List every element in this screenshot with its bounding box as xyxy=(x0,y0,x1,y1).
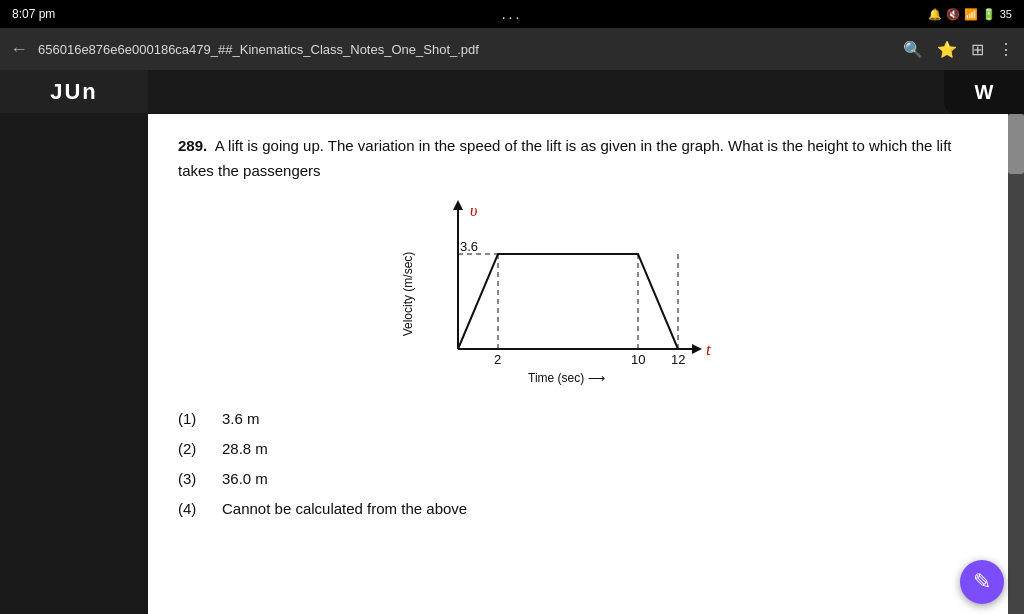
three-dots: ... xyxy=(502,6,523,22)
svg-text:12: 12 xyxy=(671,352,685,367)
option-3-num: (3) xyxy=(178,464,206,494)
svg-text:υ: υ xyxy=(470,202,477,219)
logo: W xyxy=(944,70,1024,114)
search-icon[interactable]: 🔍 xyxy=(903,40,923,59)
alarm-icon: 🔔 xyxy=(928,8,942,21)
option-4: (4) Cannot be calculated from the above xyxy=(178,494,978,524)
svg-text:t: t xyxy=(706,340,712,359)
back-button[interactable]: ← xyxy=(10,39,28,60)
svg-text:Time (sec) ⟶: Time (sec) ⟶ xyxy=(528,371,605,385)
option-2-num: (2) xyxy=(178,434,206,464)
question-block: 289. A lift is going up. The variation i… xyxy=(178,134,978,184)
svg-text:3.6: 3.6 xyxy=(460,239,478,254)
star-icon[interactable]: ⭐ xyxy=(937,40,957,59)
option-4-num: (4) xyxy=(178,494,206,524)
more-icon[interactable]: ⋮ xyxy=(998,40,1014,59)
option-3: (3) 36.0 m xyxy=(178,464,978,494)
question-number: 289. xyxy=(178,137,207,154)
sound-icon: 🔇 xyxy=(946,8,960,21)
svg-text:2: 2 xyxy=(494,352,501,367)
option-1-text: 3.6 m xyxy=(222,404,260,434)
svg-text:10: 10 xyxy=(631,352,645,367)
grid-icon[interactable]: ⊞ xyxy=(971,40,984,59)
time-display: 8:07 pm xyxy=(12,7,55,21)
file-bar: ← 656016e876e6e000186ca479_##_Kinematics… xyxy=(0,28,1024,70)
option-1: (1) 3.6 m xyxy=(178,404,978,434)
option-4-text: Cannot be calculated from the above xyxy=(222,494,467,524)
pencil-icon: ✎ xyxy=(973,569,991,595)
option-3-text: 36.0 m xyxy=(222,464,268,494)
status-icons: 🔔 🔇 📶 🔋 35 xyxy=(928,8,1012,21)
section-label: JUn xyxy=(0,70,148,113)
float-action-button[interactable]: ✎ xyxy=(960,560,1004,604)
file-name: 656016e876e6e000186ca479_##_Kinematics_C… xyxy=(38,42,893,57)
status-bar: 8:07 pm ... 🔔 🔇 📶 🔋 35 xyxy=(0,0,1024,28)
battery-level: 35 xyxy=(1000,8,1012,20)
battery-icon: 🔋 xyxy=(982,8,996,21)
question-text: A lift is going up. The variation in the… xyxy=(178,137,952,179)
wifi-icon: 📶 xyxy=(964,8,978,21)
option-2-text: 28.8 m xyxy=(222,434,268,464)
graph-container: Velocity (m/sec) υ 3.6 xyxy=(178,194,978,394)
paper-content: 289. A lift is going up. The variation i… xyxy=(148,114,1008,614)
scrollbar-thumb[interactable] xyxy=(1008,114,1024,174)
file-icons: 🔍 ⭐ ⊞ ⋮ xyxy=(903,40,1014,59)
scrollbar[interactable] xyxy=(1008,114,1024,614)
logo-text: W xyxy=(975,81,994,104)
option-2: (2) 28.8 m xyxy=(178,434,978,464)
options-list: (1) 3.6 m (2) 28.8 m (3) 36.0 m (4) Cann… xyxy=(178,404,978,524)
svg-text:Velocity (m/sec): Velocity (m/sec) xyxy=(401,251,415,336)
velocity-time-graph: Velocity (m/sec) υ 3.6 xyxy=(398,194,758,394)
jun-text: JUn xyxy=(50,79,98,105)
svg-marker-2 xyxy=(453,200,463,210)
option-1-num: (1) xyxy=(178,404,206,434)
svg-marker-4 xyxy=(692,344,702,354)
